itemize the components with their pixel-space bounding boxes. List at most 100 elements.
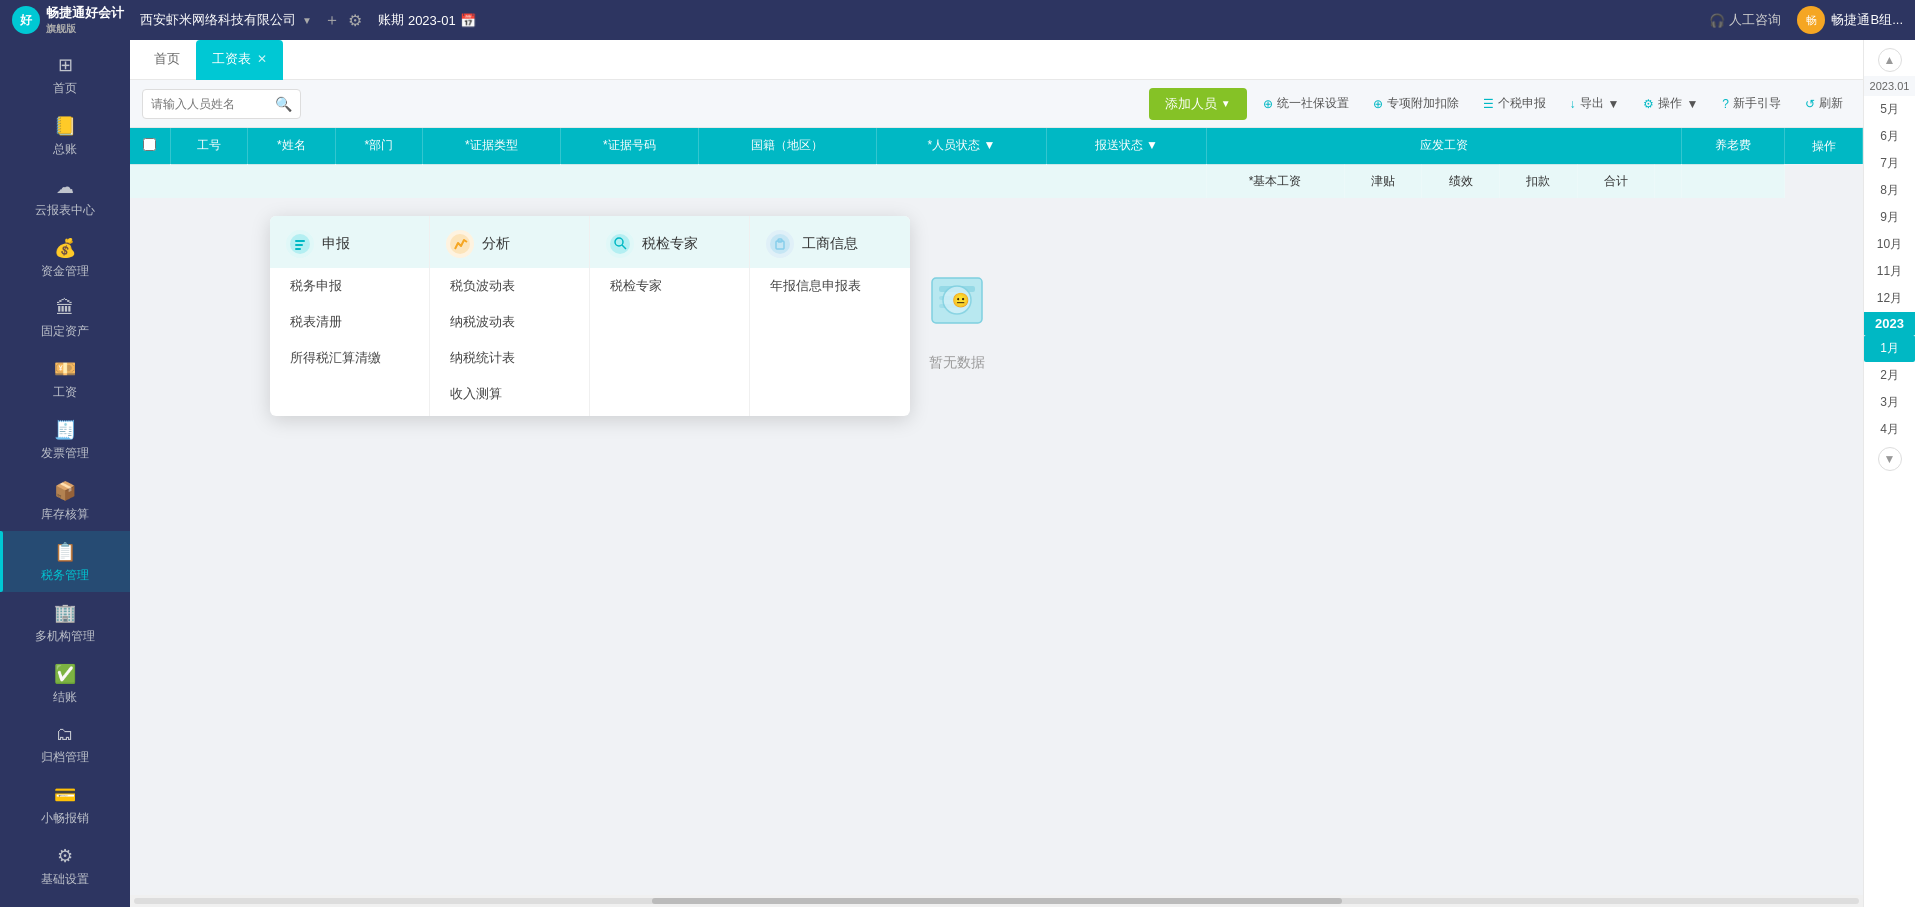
dropdown-item-tax-form[interactable]: 税表清册 xyxy=(270,304,429,340)
company-name: 西安虾米网络科技有限公司 xyxy=(140,11,296,29)
social-insurance-button[interactable]: ⊕ 统一社保设置 xyxy=(1255,91,1357,116)
sidebar-item-expense[interactable]: 💳 小畅报销 xyxy=(0,774,130,835)
dropdown-col-taxcheck-header: 税检专家 xyxy=(590,216,749,268)
timeline-month-5[interactable]: 5月 xyxy=(1864,96,1915,123)
guide-button[interactable]: ? 新手引导 xyxy=(1714,91,1789,116)
tab-close-icon[interactable]: ✕ xyxy=(257,52,267,66)
svg-rect-8 xyxy=(295,244,303,246)
logo-icon: 好 xyxy=(12,6,40,34)
timeline-panel: ▲ 2023.01 5月 6月 7月 8月 9月 10月 11月 12月 202… xyxy=(1863,40,1915,907)
settings-gear-icon: ⚙ xyxy=(57,845,73,867)
header-wage-group: 应发工资 xyxy=(1206,128,1682,164)
empty-illustration: 😐 xyxy=(917,258,997,338)
timeline-month-12[interactable]: 12月 xyxy=(1864,285,1915,312)
report-filter-icon[interactable]: ▼ xyxy=(1146,138,1158,152)
guide-q-icon: ? xyxy=(1722,97,1729,111)
dropdown-item-annual-report[interactable]: 年报信息申报表 xyxy=(750,268,910,304)
subheader-empty xyxy=(130,164,1206,198)
content-area: 首页 工资表 ✕ 🔍 添加人员 ▼ ⊕ 统一社保设置 ⊕ 专项附 xyxy=(130,40,1863,907)
tab-bar: 首页 工资表 ✕ xyxy=(130,40,1863,80)
svg-rect-9 xyxy=(295,248,301,250)
timeline-up-button[interactable]: ▲ xyxy=(1878,48,1902,72)
timeline-month-2[interactable]: 2月 xyxy=(1864,362,1915,389)
period-selector[interactable]: 账期 2023-01 📅 xyxy=(378,11,476,29)
timeline-month-10[interactable]: 10月 xyxy=(1864,231,1915,258)
sidebar-item-tax[interactable]: 📋 税务管理 xyxy=(0,531,130,592)
refresh-label: 刷新 xyxy=(1819,95,1843,112)
special-deduction-button[interactable]: ⊕ 专项附加扣除 xyxy=(1365,91,1467,116)
svg-text:😐: 😐 xyxy=(952,292,970,309)
sidebar: ⊞ 首页 📒 总账 ☁ 云报表中心 💰 资金管理 🏛 固定 xyxy=(0,40,130,907)
sidebar-item-payroll[interactable]: 💴 工资 xyxy=(0,348,130,409)
export-icon: ↓ xyxy=(1570,97,1576,111)
timeline-year-label: 2023 xyxy=(1864,312,1915,335)
refresh-button[interactable]: ↺ 刷新 xyxy=(1797,91,1851,116)
scrollbar-thumb[interactable] xyxy=(652,898,1342,904)
service-button[interactable]: 🎧 人工咨询 xyxy=(1709,11,1781,29)
select-all-checkbox[interactable] xyxy=(143,138,156,151)
status-filter-icon[interactable]: ▼ xyxy=(983,138,995,152)
sidebar-item-multi-org[interactable]: 🏢 多机构管理 xyxy=(0,592,130,653)
company-selector[interactable]: 西安虾米网络科技有限公司 ▼ xyxy=(140,11,312,29)
horizontal-scrollbar[interactable] xyxy=(130,895,1863,907)
ledger-icon: 📒 xyxy=(54,115,76,137)
timeline-month-7[interactable]: 7月 xyxy=(1864,150,1915,177)
dropdown-col-taxcheck: 税检专家 税检专家 xyxy=(590,216,750,416)
add-person-button[interactable]: 添加人员 ▼ xyxy=(1149,88,1247,120)
dropdown-item-tax-stats[interactable]: 纳税统计表 xyxy=(430,340,589,376)
timeline-month-9[interactable]: 9月 xyxy=(1864,204,1915,231)
timeline-down-button[interactable]: ▼ xyxy=(1878,447,1902,471)
settings-icon[interactable]: ⚙ xyxy=(348,11,362,30)
user-menu[interactable]: 畅 畅捷通B组... xyxy=(1797,6,1903,34)
sidebar-item-archive[interactable]: 🗂 归档管理 xyxy=(0,714,130,774)
tab-payroll[interactable]: 工资表 ✕ xyxy=(196,40,283,80)
close-books-icon: ✅ xyxy=(54,663,76,685)
service-label: 人工咨询 xyxy=(1729,11,1781,29)
sidebar-item-close[interactable]: ✅ 结账 xyxy=(0,653,130,714)
sidebar-item-guide[interactable]: 🚀 新手引导 xyxy=(0,896,130,907)
calendar-icon[interactable]: 📅 xyxy=(460,13,476,28)
timeline-month-1-active[interactable]: 1月 xyxy=(1864,335,1915,362)
dropdown-item-income-calc[interactable]: 收入测算 xyxy=(430,376,589,412)
sidebar-item-cloud-reports[interactable]: ☁ 云报表中心 xyxy=(0,166,130,227)
sidebar-item-ledger[interactable]: 📒 总账 xyxy=(0,105,130,166)
sidebar-item-assets[interactable]: 🏛 固定资产 xyxy=(0,288,130,348)
timeline-month-8[interactable]: 8月 xyxy=(1864,177,1915,204)
declaration-title: 申报 xyxy=(322,235,350,253)
app-name: 畅捷通好会计 xyxy=(46,4,124,22)
tax-decl-label: 个税申报 xyxy=(1498,95,1546,112)
tax-declaration-button[interactable]: ☰ 个税申报 xyxy=(1475,91,1554,116)
taxcheck-title: 税检专家 xyxy=(642,235,698,253)
sidebar-item-funds[interactable]: 💰 资金管理 xyxy=(0,227,130,288)
dropdown-item-tax-burden[interactable]: 税负波动表 xyxy=(430,268,589,304)
analysis-title: 分析 xyxy=(482,235,510,253)
subheader-action xyxy=(1682,164,1785,198)
dropdown-item-income-tax[interactable]: 所得税汇算清缴 xyxy=(270,340,429,376)
header-nationality: 国籍（地区） xyxy=(698,128,876,164)
search-input[interactable] xyxy=(151,97,271,111)
add-company-button[interactable]: ＋ xyxy=(324,10,340,31)
sidebar-item-settings[interactable]: ⚙ 基础设置 xyxy=(0,835,130,896)
subheader-pension xyxy=(1655,164,1682,198)
sidebar-item-home[interactable]: ⊞ 首页 xyxy=(0,44,130,105)
dropdown-item-taxcheck-expert[interactable]: 税检专家 xyxy=(590,268,749,304)
tab-home[interactable]: 首页 xyxy=(138,40,196,80)
operation-button[interactable]: ⚙ 操作 ▼ xyxy=(1635,91,1706,116)
timeline-month-4[interactable]: 4月 xyxy=(1864,416,1915,443)
subheader-deductions: 扣款 xyxy=(1499,164,1577,198)
header-status: *人员状态 ▼ xyxy=(877,128,1047,164)
timeline-month-6[interactable]: 6月 xyxy=(1864,123,1915,150)
invoice-icon: 🧾 xyxy=(54,419,76,441)
search-icon: 🔍 xyxy=(275,96,292,112)
scrollbar-track xyxy=(134,898,1859,904)
timeline-month-11[interactable]: 11月 xyxy=(1864,258,1915,285)
sidebar-item-invoice[interactable]: 🧾 发票管理 xyxy=(0,409,130,470)
home-icon: ⊞ xyxy=(58,54,73,76)
bizinfo-title: 工商信息 xyxy=(802,235,858,253)
export-button[interactable]: ↓ 导出 ▼ xyxy=(1562,91,1628,116)
timeline-month-3[interactable]: 3月 xyxy=(1864,389,1915,416)
dropdown-item-tax-fluctuation[interactable]: 纳税波动表 xyxy=(430,304,589,340)
sidebar-item-inventory[interactable]: 📦 库存核算 xyxy=(0,470,130,531)
tax-decl-icon: ☰ xyxy=(1483,97,1494,111)
dropdown-item-tax-declaration[interactable]: 税务申报 xyxy=(270,268,429,304)
